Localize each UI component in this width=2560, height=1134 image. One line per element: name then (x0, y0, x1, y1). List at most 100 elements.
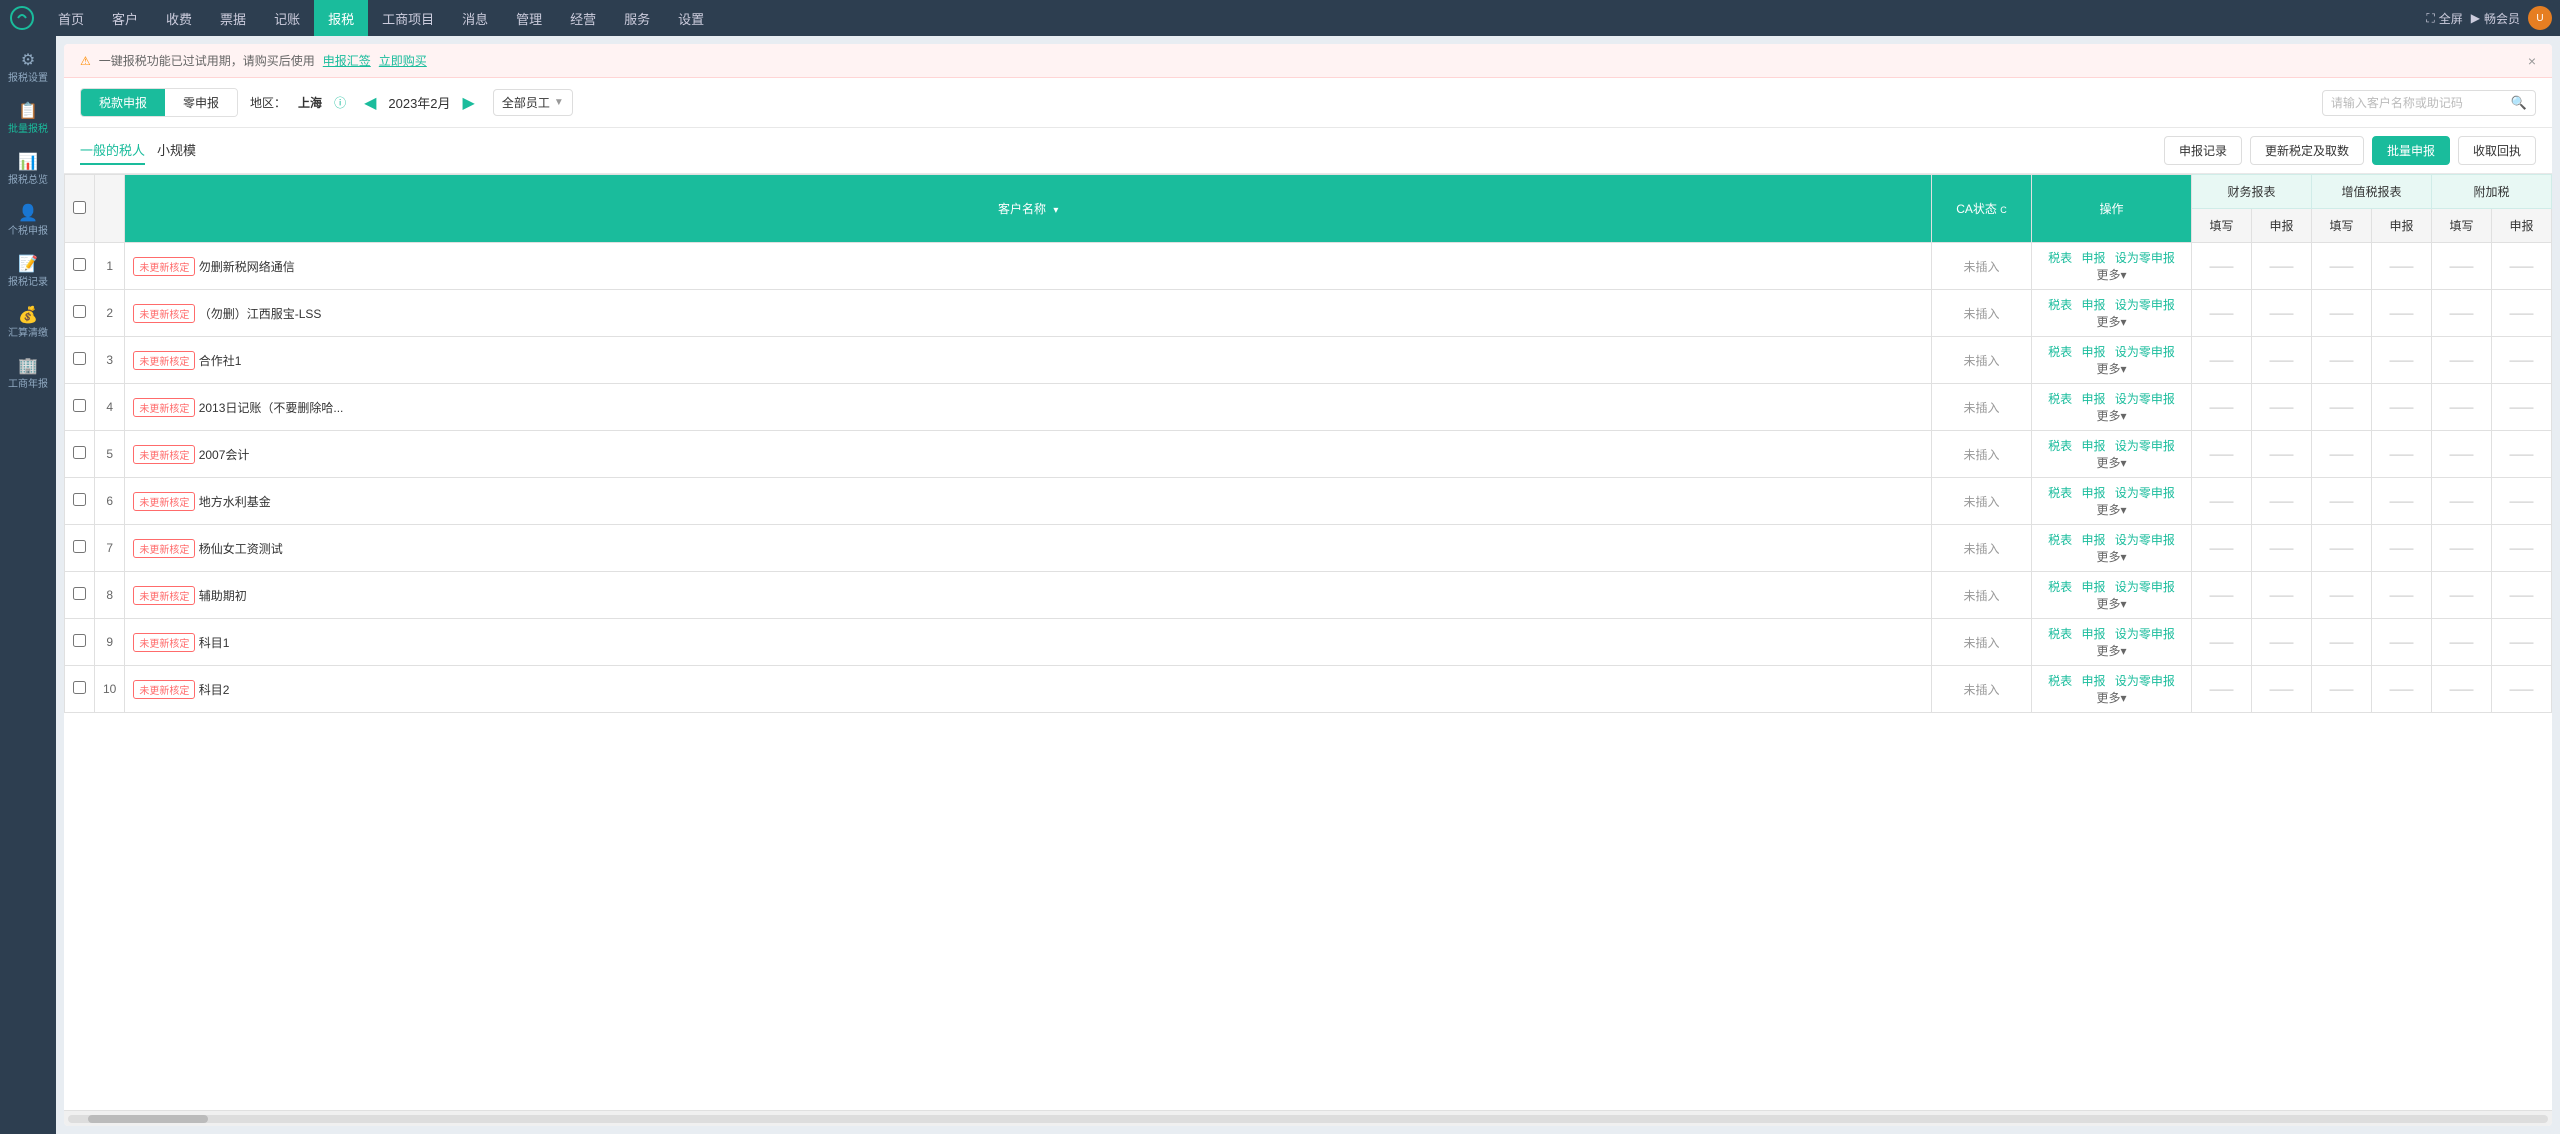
op-tax-form-link[interactable]: 税表 (2048, 674, 2072, 688)
op-zero-declare-link[interactable]: 设为零申报 (2115, 486, 2175, 500)
banner-link-report[interactable]: 申报汇签 (323, 52, 371, 69)
row-checkbox[interactable] (73, 305, 86, 318)
tab-small-scale[interactable]: 小规模 (157, 136, 196, 165)
row-checkbox[interactable] (73, 399, 86, 412)
status-badge: 未更新核定 (133, 633, 195, 652)
op-zero-declare-link[interactable]: 设为零申报 (2115, 345, 2175, 359)
op-zero-declare-link[interactable]: 设为零申报 (2115, 533, 2175, 547)
nav-item-biz[interactable]: 工商项目 (368, 0, 448, 36)
op-tax-form-link[interactable]: 税表 (2048, 627, 2072, 641)
op-zero-declare-link[interactable]: 设为零申报 (2115, 298, 2175, 312)
op-tax-form-link[interactable]: 税表 (2048, 251, 2072, 265)
collect-receipt-btn[interactable]: 收取回执 (2458, 136, 2536, 165)
op-declare-link[interactable]: 申报 (2081, 627, 2105, 641)
row-checkbox[interactable] (73, 352, 86, 365)
info-icon[interactable]: ⓘ (334, 94, 346, 111)
row-checkbox[interactable] (73, 634, 86, 647)
op-more-link[interactable]: 更多▾ (2096, 691, 2126, 705)
op-more-link[interactable]: 更多▾ (2096, 315, 2126, 329)
banner-close-button[interactable]: × (2528, 53, 2536, 69)
search-input[interactable] (2331, 96, 2511, 110)
op-declare-link[interactable]: 申报 (2081, 674, 2105, 688)
op-zero-declare-link[interactable]: 设为零申报 (2115, 392, 2175, 406)
row-checkbox[interactable] (73, 540, 86, 553)
op-tax-form-link[interactable]: 税表 (2048, 392, 2072, 406)
op-declare-link[interactable]: 申报 (2081, 345, 2105, 359)
op-tax-form-link[interactable]: 税表 (2048, 486, 2072, 500)
staff-select[interactable]: 全部员工 ▼ (493, 89, 573, 116)
nav-item-message[interactable]: 消息 (448, 0, 502, 36)
sidebar-item-tax-overview[interactable]: 📊 报税总览 (2, 146, 54, 193)
op-more-link[interactable]: 更多▾ (2096, 456, 2126, 470)
nav-item-fee[interactable]: 收费 (152, 0, 206, 36)
op-zero-declare-link[interactable]: 设为零申报 (2115, 251, 2175, 265)
op-tax-form-link[interactable]: 税表 (2048, 439, 2072, 453)
nav-item-customer[interactable]: 客户 (98, 0, 152, 36)
op-declare-link[interactable]: 申报 (2081, 392, 2105, 406)
fullscreen-btn[interactable]: ⛶ 全屏 (2426, 10, 2462, 27)
avatar[interactable]: U (2528, 6, 2552, 30)
banner-link-buy[interactable]: 立即购买 (379, 52, 427, 69)
row-tax-fill: —— (2312, 384, 2372, 431)
op-declare-link[interactable]: 申报 (2081, 251, 2105, 265)
op-declare-link[interactable]: 申报 (2081, 580, 2105, 594)
op-declare-link[interactable]: 申报 (2081, 533, 2105, 547)
tab-tax-declaration[interactable]: 税款申报 (81, 89, 165, 116)
op-more-link[interactable]: 更多▾ (2096, 644, 2126, 658)
row-checkbox[interactable] (73, 446, 86, 459)
op-tax-form-link[interactable]: 税表 (2048, 580, 2072, 594)
batch-declaration-btn[interactable]: 批量申报 (2372, 136, 2450, 165)
th-ca-status: CA状态 C (1932, 175, 2032, 243)
op-more-link[interactable]: 更多▾ (2096, 503, 2126, 517)
op-declare-link[interactable]: 申报 (2081, 439, 2105, 453)
date-prev-btn[interactable]: ◀ (358, 91, 382, 115)
nav-item-tax[interactable]: 报税 (314, 0, 368, 36)
op-tax-form-link[interactable]: 税表 (2048, 533, 2072, 547)
sort-icon[interactable]: ▾ (1053, 205, 1058, 216)
tab-zero-declaration[interactable]: 零申报 (165, 89, 237, 116)
op-more-link[interactable]: 更多▾ (2096, 268, 2126, 282)
row-checkbox[interactable] (73, 493, 86, 506)
row-checkbox[interactable] (73, 681, 86, 694)
search-icon[interactable]: 🔍 (2511, 95, 2527, 111)
update-tax-btn[interactable]: 更新税定及取数 (2250, 136, 2364, 165)
sidebar-item-personal-tax[interactable]: 👤 个税申报 (2, 197, 54, 244)
op-more-link[interactable]: 更多▾ (2096, 409, 2126, 423)
nav-item-home[interactable]: 首页 (44, 0, 98, 36)
op-tax-form-link[interactable]: 税表 (2048, 298, 2072, 312)
row-financial-fill: —— (2192, 243, 2252, 290)
op-zero-declare-link[interactable]: 设为零申报 (2115, 627, 2175, 641)
sidebar-item-annual-report[interactable]: 🏢 工商年报 (2, 350, 54, 397)
nav-item-bookkeeping[interactable]: 记账 (260, 0, 314, 36)
scrollbar-thumb[interactable] (88, 1115, 208, 1123)
select-all-checkbox[interactable] (73, 201, 86, 214)
declaration-records-btn[interactable]: 申报记录 (2164, 136, 2242, 165)
sidebar-item-batch-tax[interactable]: 📋 批量报税 (2, 95, 54, 142)
personal-tax-icon: 👤 (18, 203, 38, 223)
status-badge: 未更新核定 (133, 586, 195, 605)
row-checkbox[interactable] (73, 587, 86, 600)
horizontal-scrollbar[interactable] (64, 1110, 2552, 1126)
sidebar-item-tax-settings[interactable]: ⚙ 报税设置 (2, 44, 54, 91)
nav-item-service[interactable]: 服务 (610, 0, 664, 36)
row-checkbox[interactable] (73, 258, 86, 271)
nav-item-manage[interactable]: 管理 (502, 0, 556, 36)
date-next-btn[interactable]: ▶ (457, 91, 481, 115)
member-btn[interactable]: ▶ 畅会员 (2471, 10, 2520, 27)
op-tax-form-link[interactable]: 税表 (2048, 345, 2072, 359)
op-zero-declare-link[interactable]: 设为零申报 (2115, 439, 2175, 453)
row-tax-fill: —— (2312, 478, 2372, 525)
op-more-link[interactable]: 更多▾ (2096, 597, 2126, 611)
nav-item-invoice[interactable]: 票据 (206, 0, 260, 36)
sidebar-item-tax-records[interactable]: 📝 报税记录 (2, 248, 54, 295)
sidebar-item-settlement[interactable]: 💰 汇算清缴 (2, 299, 54, 346)
op-zero-declare-link[interactable]: 设为零申报 (2115, 674, 2175, 688)
nav-item-settings[interactable]: 设置 (664, 0, 718, 36)
op-zero-declare-link[interactable]: 设为零申报 (2115, 580, 2175, 594)
op-more-link[interactable]: 更多▾ (2096, 362, 2126, 376)
op-declare-link[interactable]: 申报 (2081, 486, 2105, 500)
nav-item-operation[interactable]: 经营 (556, 0, 610, 36)
tab-general-taxpayer[interactable]: 一般的税人 (80, 136, 145, 165)
op-more-link[interactable]: 更多▾ (2096, 550, 2126, 564)
op-declare-link[interactable]: 申报 (2081, 298, 2105, 312)
